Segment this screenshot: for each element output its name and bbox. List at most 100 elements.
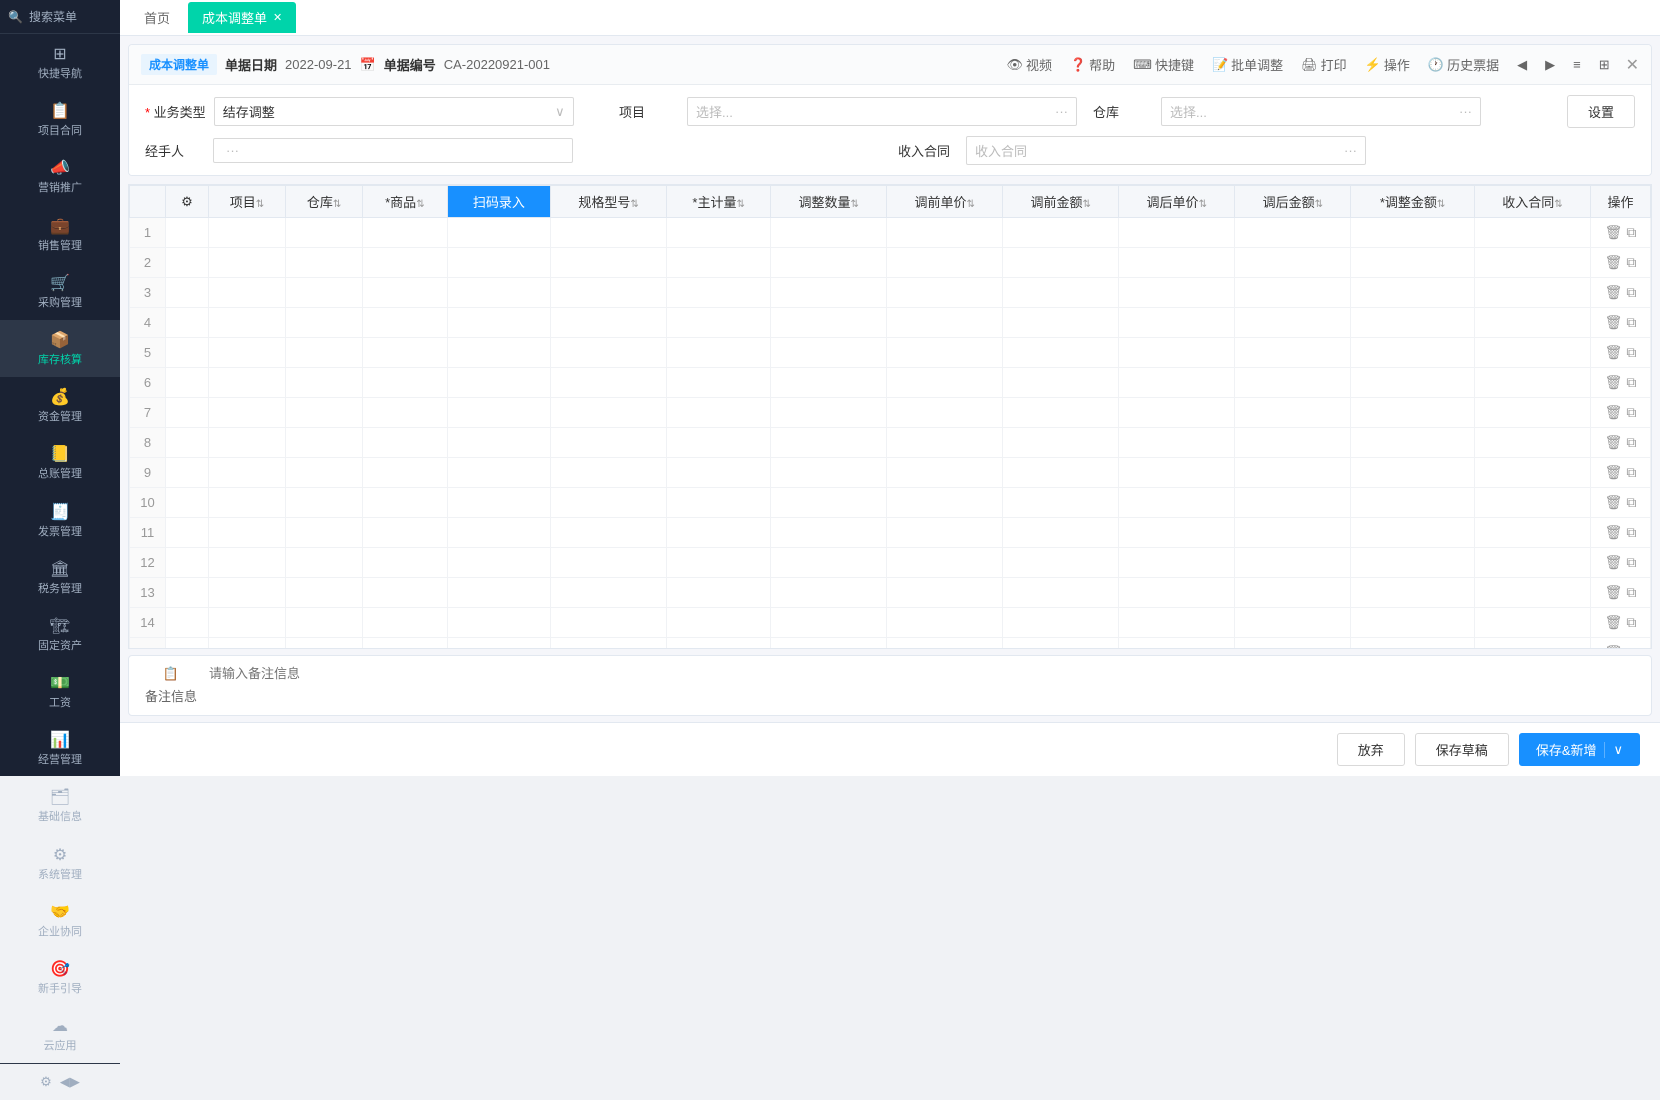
- income-contract-input[interactable]: 收入合同 ···: [966, 136, 1366, 165]
- cell-unit-1[interactable]: [667, 218, 771, 248]
- cell-unit-11[interactable]: [667, 518, 771, 548]
- cell-prev-amount-8[interactable]: [1003, 428, 1119, 458]
- cell-unit-14[interactable]: [667, 608, 771, 638]
- cell-prev-unit-price-6[interactable]: [887, 368, 1003, 398]
- operations-btn[interactable]: ⚡操作: [1359, 53, 1416, 76]
- cell-product-4[interactable]: [363, 308, 448, 338]
- cell-adj-amount-10[interactable]: [1351, 488, 1475, 518]
- cell-after-amount-11[interactable]: [1235, 518, 1351, 548]
- sidebar-item-ops-mgmt[interactable]: 📊经营管理: [0, 720, 120, 777]
- cell-prev-unit-price-3[interactable]: [887, 278, 1003, 308]
- nav-next-btn[interactable]: ▶: [1539, 55, 1561, 75]
- cell-scan-input-2[interactable]: [447, 248, 550, 278]
- delete-icon-6[interactable]: 🗑: [1605, 374, 1623, 391]
- cell-adj-amount-14[interactable]: [1351, 608, 1475, 638]
- col-scan-input[interactable]: 扫码录入: [447, 186, 550, 218]
- delete-icon-2[interactable]: 🗑: [1605, 254, 1623, 271]
- sidebar-item-inventory[interactable]: 📦库存核算: [0, 320, 120, 377]
- cell-project-15[interactable]: [208, 638, 285, 650]
- cell-adj-amount-13[interactable]: [1351, 578, 1475, 608]
- sort-icon-unit[interactable]: ⇅: [736, 199, 744, 210]
- copy-icon-3[interactable]: ⧉: [1626, 284, 1636, 301]
- cell-scan-input-8[interactable]: [447, 428, 550, 458]
- cell-scan-input-11[interactable]: [447, 518, 550, 548]
- cell-adj-amount-3[interactable]: [1351, 278, 1475, 308]
- list-view-btn[interactable]: ≡: [1567, 55, 1587, 74]
- cell-adj-qty-15[interactable]: [771, 638, 887, 650]
- cell-scan-input-1[interactable]: [447, 218, 550, 248]
- cell-prev-amount-11[interactable]: [1003, 518, 1119, 548]
- cell-adj-qty-7[interactable]: [771, 398, 887, 428]
- cell-prev-unit-price-4[interactable]: [887, 308, 1003, 338]
- cell-unit-3[interactable]: [667, 278, 771, 308]
- sidebar-item-basic-info[interactable]: 🗂基础信息: [0, 777, 120, 834]
- cell-project-5[interactable]: [208, 338, 285, 368]
- cell-adj-qty-9[interactable]: [771, 458, 887, 488]
- cell-warehouse-7[interactable]: [286, 398, 363, 428]
- sidebar-settings[interactable]: ⚙ ◀▶: [0, 1064, 120, 1100]
- cell-income-contract-3[interactable]: [1474, 278, 1590, 308]
- cell-prev-unit-price-13[interactable]: [887, 578, 1003, 608]
- handler-input[interactable]: ···: [213, 138, 573, 163]
- cell-adj-amount-8[interactable]: [1351, 428, 1475, 458]
- cell-scan-input-15[interactable]: [447, 638, 550, 650]
- cell-after-unit-price-7[interactable]: [1119, 398, 1235, 428]
- copy-icon-4[interactable]: ⧉: [1626, 314, 1636, 331]
- cell-after-unit-price-13[interactable]: [1119, 578, 1235, 608]
- cell-project-11[interactable]: [208, 518, 285, 548]
- sidebar-search[interactable]: 🔍 搜索菜单: [0, 0, 120, 34]
- cell-after-amount-5[interactable]: [1235, 338, 1351, 368]
- copy-icon-5[interactable]: ⧉: [1626, 344, 1636, 361]
- cell-product-1[interactable]: [363, 218, 448, 248]
- sidebar-item-tax-mgmt[interactable]: 🏛税务管理: [0, 549, 120, 606]
- cell-product-3[interactable]: [363, 278, 448, 308]
- cell-scan-input-14[interactable]: [447, 608, 550, 638]
- cell-warehouse-3[interactable]: [286, 278, 363, 308]
- cell-prev-amount-6[interactable]: [1003, 368, 1119, 398]
- cell-scan-input-3[interactable]: [447, 278, 550, 308]
- col-gear[interactable]: ⚙: [166, 186, 209, 218]
- cell-prev-amount-2[interactable]: [1003, 248, 1119, 278]
- sort-icon-spec-type[interactable]: ⇅: [630, 199, 638, 210]
- cell-adj-qty-4[interactable]: [771, 308, 887, 338]
- cell-income-contract-6[interactable]: [1474, 368, 1590, 398]
- sidebar-item-invoice-mgmt[interactable]: 🧾发票管理: [0, 492, 120, 549]
- sort-icon-product[interactable]: ⇅: [416, 199, 424, 210]
- cell-product-5[interactable]: [363, 338, 448, 368]
- cell-after-amount-3[interactable]: [1235, 278, 1351, 308]
- cell-adj-qty-5[interactable]: [771, 338, 887, 368]
- cell-product-6[interactable]: [363, 368, 448, 398]
- tab-1[interactable]: 成本调整单✕: [188, 2, 296, 33]
- cell-project-1[interactable]: [208, 218, 285, 248]
- cell-gear-3[interactable]: [166, 278, 209, 308]
- cell-income-contract-12[interactable]: [1474, 548, 1590, 578]
- cell-unit-4[interactable]: [667, 308, 771, 338]
- cell-after-unit-price-9[interactable]: [1119, 458, 1235, 488]
- close-form-btn[interactable]: ✕: [1626, 55, 1639, 75]
- cell-spec-type-1[interactable]: [551, 218, 667, 248]
- delete-icon-11[interactable]: 🗑: [1605, 524, 1623, 541]
- cell-adj-amount-1[interactable]: [1351, 218, 1475, 248]
- cell-after-unit-price-3[interactable]: [1119, 278, 1235, 308]
- cell-after-unit-price-11[interactable]: [1119, 518, 1235, 548]
- cell-adj-qty-12[interactable]: [771, 548, 887, 578]
- cell-scan-input-13[interactable]: [447, 578, 550, 608]
- sidebar-item-cloud-app[interactable]: ☁云应用: [0, 1006, 120, 1063]
- cell-after-amount-8[interactable]: [1235, 428, 1351, 458]
- cell-unit-12[interactable]: [667, 548, 771, 578]
- cell-unit-5[interactable]: [667, 338, 771, 368]
- cell-project-12[interactable]: [208, 548, 285, 578]
- cell-spec-type-4[interactable]: [551, 308, 667, 338]
- save-new-btn[interactable]: 保存&新增 ∨: [1519, 733, 1640, 766]
- cell-gear-9[interactable]: [166, 458, 209, 488]
- cell-spec-type-13[interactable]: [551, 578, 667, 608]
- cell-unit-13[interactable]: [667, 578, 771, 608]
- cell-scan-input-12[interactable]: [447, 548, 550, 578]
- delete-icon-15[interactable]: 🗑: [1605, 644, 1623, 649]
- delete-icon-4[interactable]: 🗑: [1605, 314, 1623, 331]
- cell-prev-amount-12[interactable]: [1003, 548, 1119, 578]
- cell-spec-type-10[interactable]: [551, 488, 667, 518]
- cell-after-unit-price-4[interactable]: [1119, 308, 1235, 338]
- shortcuts-btn[interactable]: ⌨快捷键: [1127, 53, 1200, 76]
- cell-prev-amount-14[interactable]: [1003, 608, 1119, 638]
